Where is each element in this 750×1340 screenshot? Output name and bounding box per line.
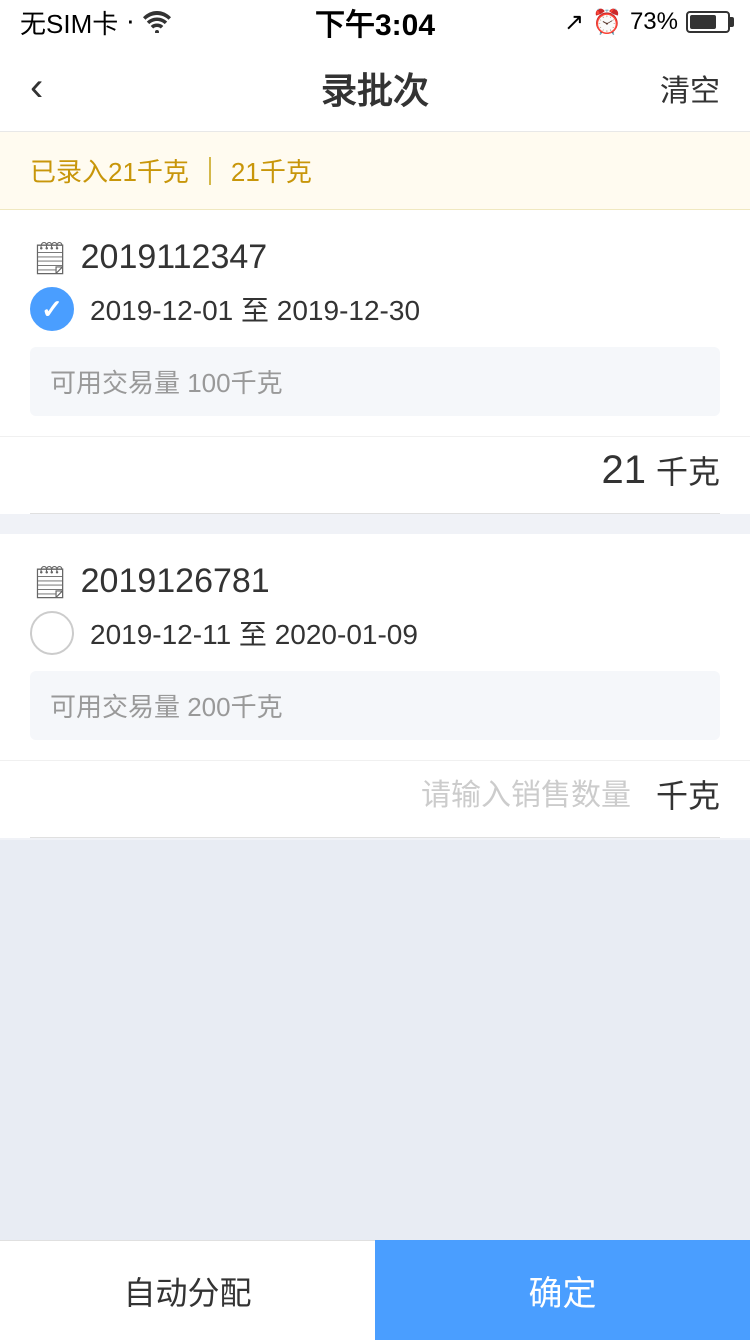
- batch-item-1: 🗒 2019112347 2019-12-01 至 2019-12-30 可用交…: [0, 210, 750, 514]
- bottom-bar: 自动分配 确定: [0, 1240, 750, 1340]
- page-title: 录批次: [321, 62, 429, 114]
- batch-1-radio[interactable]: [30, 287, 74, 331]
- recorded-label: 已录入21千克: [30, 152, 189, 189]
- batch-item-2: 🗒 2019126781 2019-12-11 至 2020-01-09 可用交…: [0, 534, 750, 838]
- battery-percent: 73%: [630, 8, 678, 36]
- alarm-icon: ⏰: [592, 8, 622, 37]
- batch-1-number: 2019112347: [81, 238, 268, 277]
- batch-2-underline: [30, 837, 720, 838]
- status-left: 无SIM卡 ⋅: [20, 4, 171, 41]
- confirm-button[interactable]: 确定: [375, 1240, 750, 1340]
- info-divider: [209, 157, 211, 185]
- batch-1-underline: [30, 513, 720, 514]
- status-bar: 无SIM卡 ⋅ 下午3:04 ↗ ⏰ 73%: [0, 0, 750, 44]
- info-bar: 已录入21千克 21千克: [0, 132, 750, 210]
- status-time: 下午3:04: [315, 0, 435, 44]
- clear-button[interactable]: 清空: [660, 66, 720, 110]
- batch-2-quantity-row: 千克: [0, 760, 750, 837]
- batch-2-unit: 千克: [656, 771, 720, 817]
- battery-icon: [686, 11, 730, 33]
- wifi-signal-icon: [143, 11, 171, 33]
- back-button[interactable]: ‹: [30, 65, 110, 110]
- auto-distribute-button[interactable]: 自动分配: [0, 1240, 375, 1340]
- batch-2-icon: 🗒: [30, 563, 71, 601]
- no-sim-text: 无SIM卡: [20, 4, 118, 41]
- status-right: ↗ ⏰ 73%: [564, 8, 730, 37]
- batch-1-available: 可用交易量 100千克: [30, 347, 720, 416]
- batch-1-icon: 🗒: [30, 239, 71, 277]
- batch-2-date-row: 2019-12-11 至 2020-01-09: [0, 611, 750, 671]
- batch-1-unit: 千克: [656, 447, 720, 493]
- batch-2-header: 🗒 2019126781: [0, 534, 750, 611]
- batch-1-header: 🗒 2019112347: [0, 210, 750, 287]
- batch-1-date: 2019-12-01 至 2019-12-30: [90, 289, 420, 329]
- wifi-icon: ⋅: [126, 7, 134, 38]
- recorded-value: 21千克: [231, 152, 312, 189]
- batch-2-date: 2019-12-11 至 2020-01-09: [90, 613, 418, 653]
- batch-1-quantity: 21: [601, 448, 646, 493]
- batch-1-quantity-row: 21 千克: [0, 436, 750, 513]
- batch-1-date-row: 2019-12-01 至 2019-12-30: [0, 287, 750, 347]
- batch-2-quantity-input[interactable]: [346, 776, 646, 813]
- gray-area: [0, 840, 750, 1240]
- batch-2-available: 可用交易量 200千克: [30, 671, 720, 740]
- batch-2-radio[interactable]: [30, 611, 74, 655]
- location-icon: ↗: [564, 8, 584, 37]
- batch-2-number: 2019126781: [81, 562, 270, 601]
- nav-bar: ‹ 录批次 清空: [0, 44, 750, 132]
